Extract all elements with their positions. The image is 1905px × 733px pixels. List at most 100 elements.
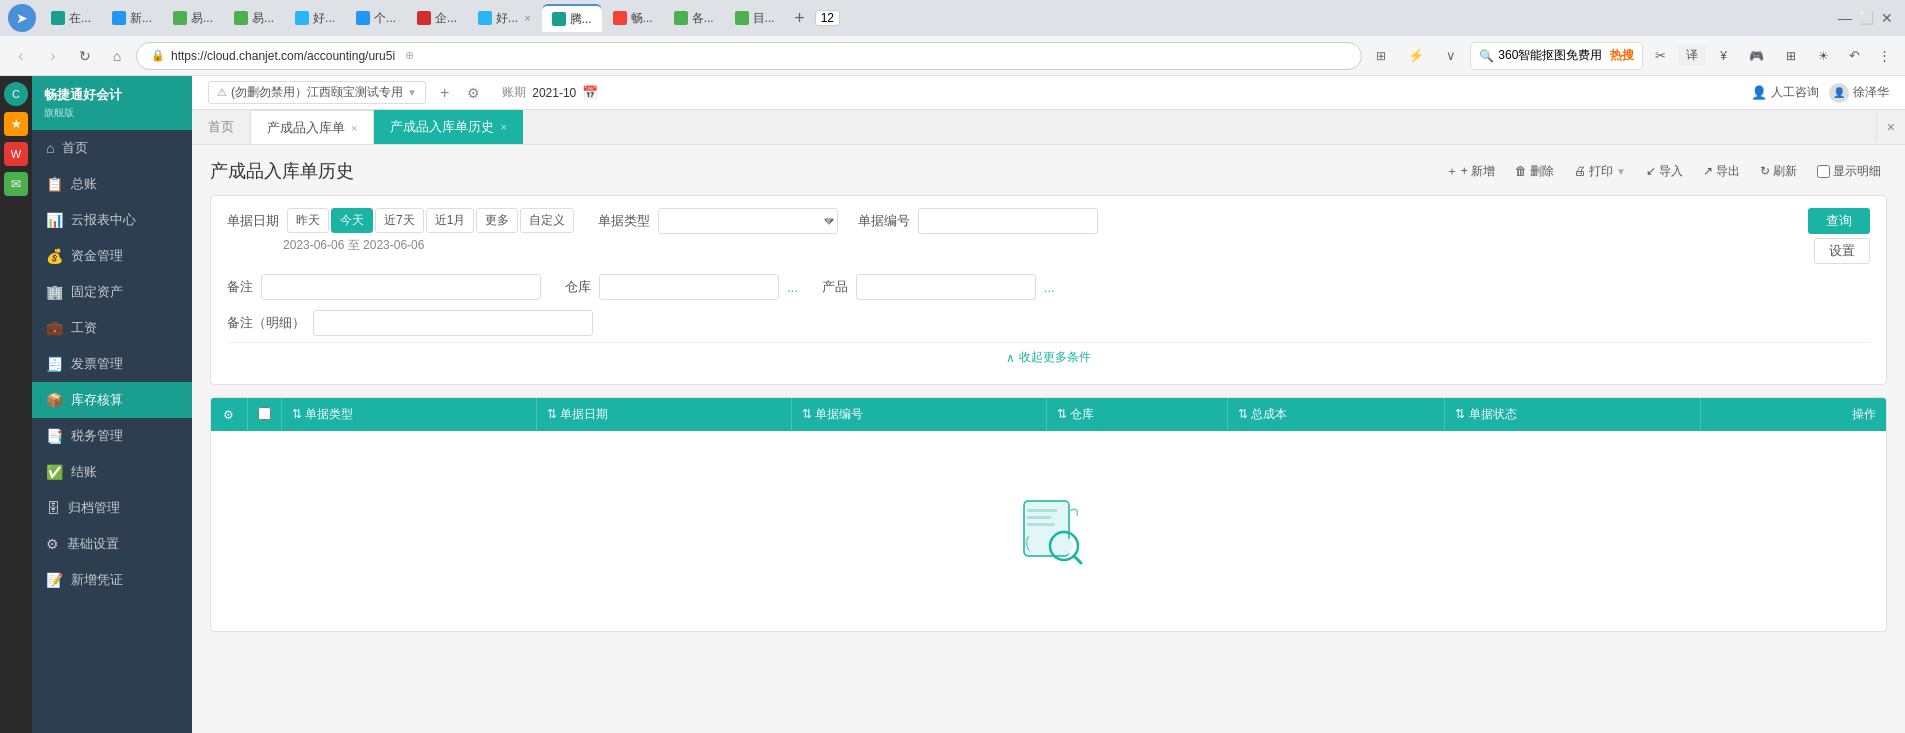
col-warehouse[interactable]: ⇅ 仓库 bbox=[1046, 398, 1227, 431]
scissors-button[interactable]: ✂ bbox=[1649, 46, 1672, 65]
lightning-button[interactable]: ⚡ bbox=[1400, 46, 1432, 65]
more-button[interactable]: ⋮ bbox=[1872, 46, 1897, 65]
app-icon-mail[interactable]: ✉ bbox=[4, 172, 28, 196]
company-selector[interactable]: ⚠ (勿删勿禁用）江西颐宝测试专用 ▼ bbox=[208, 81, 426, 104]
refresh-page-button[interactable]: ↻ 刷新 bbox=[1754, 161, 1803, 182]
product-ellipsis[interactable]: ... bbox=[1044, 280, 1055, 295]
tab-history[interactable]: 产成品入库单历史 × bbox=[374, 110, 522, 144]
tab-t11[interactable]: 各... bbox=[664, 4, 724, 32]
export-button[interactable]: ↗ 导出 bbox=[1697, 161, 1746, 182]
sidebar-item-tax[interactable]: 📑 税务管理 bbox=[32, 418, 192, 454]
theme-button[interactable]: ☀ bbox=[1810, 47, 1837, 65]
grid-button[interactable]: ⊞ bbox=[1778, 47, 1804, 65]
calendar-icon[interactable]: 📅 bbox=[582, 85, 598, 100]
add-company-btn[interactable]: + bbox=[436, 84, 453, 102]
date-more[interactable]: 更多 bbox=[476, 208, 518, 233]
date-1month[interactable]: 近1月 bbox=[426, 208, 475, 233]
query-button[interactable]: 查询 bbox=[1808, 208, 1870, 234]
tab-list[interactable]: 产成品入库单 × bbox=[250, 110, 374, 144]
col-total-cost[interactable]: ⇅ 总成本 bbox=[1227, 398, 1445, 431]
setting-filter-button[interactable]: 设置 bbox=[1814, 238, 1870, 264]
sidebar-item-new-bill[interactable]: 📝 新增凭证 bbox=[32, 562, 192, 598]
tab-t9[interactable]: 腾... bbox=[542, 4, 602, 32]
sidebar-item-archive[interactable]: 🗄 归档管理 bbox=[32, 490, 192, 526]
settings-btn[interactable]: ⚙ bbox=[463, 85, 484, 101]
app-icon-weibo[interactable]: W bbox=[4, 142, 28, 166]
bill-type-select[interactable] bbox=[658, 208, 838, 234]
add-button[interactable]: ＋ + 新增 bbox=[1440, 161, 1501, 182]
tab-t8-close[interactable]: × bbox=[524, 12, 530, 24]
forward-button[interactable]: › bbox=[40, 43, 66, 69]
tab-history-close[interactable]: × bbox=[500, 121, 506, 133]
sidebar-item-fund[interactable]: 💰 资金管理 bbox=[32, 238, 192, 274]
currency-button[interactable]: ¥ bbox=[1712, 47, 1735, 65]
delete-button[interactable]: 🗑 删除 bbox=[1509, 161, 1560, 182]
tab-t5[interactable]: 好... bbox=[285, 4, 345, 32]
home-button[interactable]: ⌂ bbox=[104, 43, 130, 69]
detail-remark-input[interactable] bbox=[313, 310, 593, 336]
panel-close-button[interactable]: × bbox=[1876, 113, 1905, 141]
tab-t10[interactable]: 畅... bbox=[603, 4, 663, 32]
print-button[interactable]: 🖨 打印 ▼ bbox=[1568, 161, 1632, 182]
app-icon-star[interactable]: ★ bbox=[4, 112, 28, 136]
tab-t4[interactable]: 易... bbox=[224, 4, 284, 32]
company-name: (勿删勿禁用）江西颐宝测试专用 bbox=[231, 84, 403, 101]
sidebar-item-inventory[interactable]: 📦 库存核算 bbox=[32, 382, 192, 418]
minimize-button[interactable]: — bbox=[1835, 8, 1855, 28]
date-today[interactable]: 今天 bbox=[331, 208, 373, 233]
refresh-button[interactable]: ↻ bbox=[72, 43, 98, 69]
url-bar[interactable]: 🔒 https://cloud.chanjet.com/accounting/u… bbox=[136, 42, 1362, 70]
tab-list-close[interactable]: × bbox=[351, 122, 357, 134]
tab-t1[interactable]: 在... bbox=[41, 4, 101, 32]
collapse-bar[interactable]: ∧ 收起更多条件 bbox=[227, 342, 1870, 372]
game-button[interactable]: 🎮 bbox=[1741, 47, 1772, 65]
tab-t12[interactable]: 目... bbox=[725, 4, 785, 32]
date-custom[interactable]: 自定义 bbox=[520, 208, 574, 233]
sidebar-item-home[interactable]: ⌂ 首页 bbox=[32, 130, 192, 166]
display-detail-input[interactable] bbox=[1817, 165, 1830, 178]
sidebar-item-ledger[interactable]: 📋 总账 bbox=[32, 166, 192, 202]
breadcrumb[interactable]: 首页 bbox=[192, 110, 250, 144]
search-box[interactable]: 🔍 360智能抠图免费用 热搜 bbox=[1470, 42, 1643, 70]
date-7days[interactable]: 近7天 bbox=[375, 208, 424, 233]
select-all-checkbox[interactable] bbox=[258, 407, 271, 420]
date-yesterday[interactable]: 昨天 bbox=[287, 208, 329, 233]
remark-input[interactable] bbox=[261, 274, 541, 300]
extensions-button[interactable]: ⊞ bbox=[1368, 47, 1394, 65]
sidebar-item-checkout[interactable]: ✅ 结账 bbox=[32, 454, 192, 490]
col-bill-status[interactable]: ⇅ 单据状态 bbox=[1445, 398, 1700, 431]
tab-t8[interactable]: 好... × bbox=[468, 4, 540, 32]
import-button[interactable]: ↙ 导入 bbox=[1640, 161, 1689, 182]
tab-t7[interactable]: 企... bbox=[407, 4, 467, 32]
sidebar-item-invoice[interactable]: 🧾 发票管理 bbox=[32, 346, 192, 382]
service-button[interactable]: 👤 人工咨询 bbox=[1751, 84, 1819, 101]
col-gear[interactable]: ⚙ bbox=[211, 398, 247, 431]
translate-button[interactable]: 译 bbox=[1678, 45, 1706, 66]
tab-t2[interactable]: 新... bbox=[102, 4, 162, 32]
user-section[interactable]: 👤 徐泽华 bbox=[1829, 83, 1889, 103]
tab-t3[interactable]: 易... bbox=[163, 4, 223, 32]
sidebar-item-basic[interactable]: ⚙ 基础设置 bbox=[32, 526, 192, 562]
menu-button[interactable]: ∨ bbox=[1438, 46, 1464, 65]
warehouse-ellipsis[interactable]: ... bbox=[787, 280, 798, 295]
product-input[interactable] bbox=[856, 274, 1036, 300]
app-icon-main[interactable]: C bbox=[4, 82, 28, 106]
close-window-button[interactable]: ✕ bbox=[1877, 8, 1897, 28]
sidebar-item-cloud-report[interactable]: 📊 云报表中心 bbox=[32, 202, 192, 238]
sidebar-item-fixed-assets[interactable]: 🏢 固定资产 bbox=[32, 274, 192, 310]
tab-add-button[interactable]: + bbox=[786, 4, 814, 32]
col-bill-type[interactable]: ⇅ 单据类型 bbox=[281, 398, 536, 431]
tab-t6[interactable]: 个... bbox=[346, 4, 406, 32]
remark-label: 备注 bbox=[227, 278, 253, 296]
undo-button[interactable]: ↶ bbox=[1843, 46, 1866, 65]
back-button[interactable]: ‹ bbox=[8, 43, 34, 69]
restore-button[interactable]: ⬜ bbox=[1856, 8, 1876, 28]
display-detail-checkbox[interactable]: 显示明细 bbox=[1811, 161, 1887, 182]
sidebar-item-payroll[interactable]: 💼 工资 bbox=[32, 310, 192, 346]
warehouse-input[interactable] bbox=[599, 274, 779, 300]
col-bill-date[interactable]: ⇅ 单据日期 bbox=[536, 398, 791, 431]
bill-no-input[interactable] bbox=[918, 208, 1098, 234]
browser-back-circle[interactable]: ➤ bbox=[8, 4, 36, 32]
col-bill-no[interactable]: ⇅ 单据编号 bbox=[791, 398, 1046, 431]
col-checkbox[interactable] bbox=[247, 398, 281, 431]
